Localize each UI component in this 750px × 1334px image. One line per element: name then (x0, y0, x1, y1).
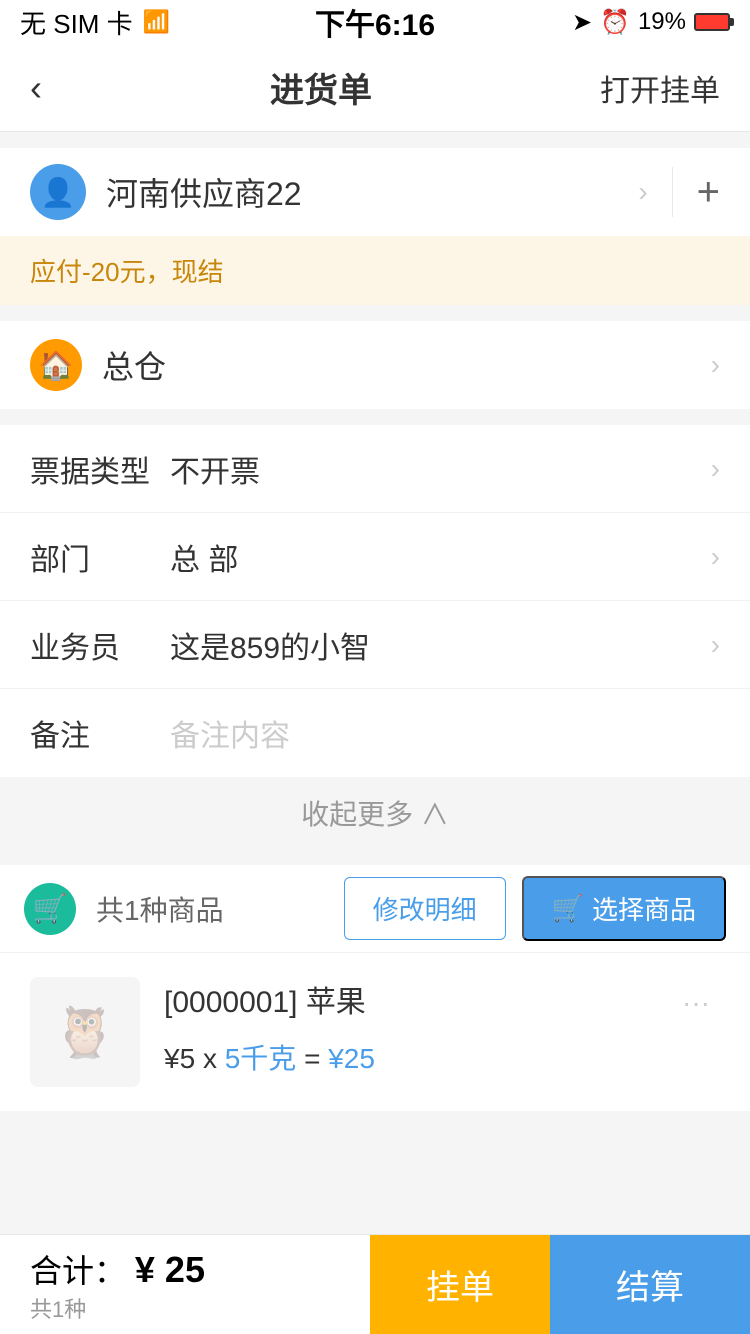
products-count: 共1种商品 (96, 889, 344, 929)
total-section: 合计： ¥ 25 共1种 (0, 1246, 370, 1324)
hang-order-button[interactable]: 挂单 (370, 1235, 550, 1334)
salesman-row[interactable]: 业务员 这是859的小智 › (0, 601, 750, 689)
nav-bar: ‹ 进货单 打开挂单 (0, 44, 750, 132)
price-equals: = (304, 1043, 328, 1074)
add-supplier-button[interactable]: + (697, 170, 720, 215)
total-amount: ¥ 25 (135, 1249, 205, 1290)
remark-input[interactable]: 备注内容 (150, 711, 720, 755)
checkout-button[interactable]: 结算 (550, 1235, 750, 1334)
modify-detail-button[interactable]: 修改明细 (344, 877, 506, 940)
carrier-text: 无 SIM 卡 (20, 4, 133, 41)
total-row: 合计： ¥ 25 (30, 1246, 340, 1292)
bottom-bar: 合计： ¥ 25 共1种 挂单 结算 (0, 1234, 750, 1334)
cart-icon: 🛒 (552, 893, 584, 924)
total-count: 共1种 (30, 1292, 340, 1324)
product-thumbnail: 🦉 (30, 977, 140, 1087)
invoice-type-value: 不开票 (150, 447, 711, 491)
alarm-icon: ⏰ (600, 8, 630, 37)
back-button[interactable]: ‹ (30, 67, 42, 109)
product-more-button[interactable]: ··· (672, 977, 720, 1029)
bottom-spacer (0, 1111, 750, 1211)
product-total: ¥25 (328, 1043, 375, 1074)
supplier-row[interactable]: 👤 河南供应商22 › + (0, 148, 750, 236)
salesman-chevron-icon: › (711, 629, 720, 661)
product-name: [0000001] 苹果 (164, 977, 672, 1021)
product-title: 苹果 (306, 986, 366, 1019)
warehouse-name: 总仓 (102, 342, 711, 388)
status-right: ➤ ⏰ 19% (572, 8, 730, 37)
select-product-button[interactable]: 🛒 选择商品 (522, 876, 726, 941)
total-label: 合计： (30, 1253, 126, 1289)
select-product-label: 选择商品 (592, 890, 696, 927)
location-icon: ➤ (572, 8, 592, 37)
avatar-icon: 👤 (41, 176, 76, 209)
products-header: 🛒 共1种商品 修改明细 🛒 选择商品 (0, 865, 750, 953)
products-icon: 🛒 (24, 883, 76, 935)
salesman-label: 业务员 (30, 623, 150, 667)
collapse-label: 收起更多 ∧ (301, 793, 449, 833)
warehouse-chevron-icon: › (711, 349, 720, 381)
form-section: 票据类型 不开票 › 部门 总 部 › 业务员 这是859的小智 › 备注 备注… (0, 425, 750, 777)
product-thumb-icon: 🦉 (54, 1003, 116, 1062)
supplier-chevron-icon: › (638, 176, 647, 208)
invoice-type-row[interactable]: 票据类型 不开票 › (0, 425, 750, 513)
product-price: ¥5 x 5千克 = ¥25 (164, 1037, 672, 1077)
supplier-name: 河南供应商22 (106, 169, 638, 215)
collapse-button[interactable]: 收起更多 ∧ (0, 777, 750, 849)
price-multiply: x (203, 1043, 225, 1074)
supplier-section: 👤 河南供应商22 › + 应付-20元，现结 (0, 148, 750, 305)
dept-value: 总 部 (150, 535, 711, 579)
status-bar: 无 SIM 卡 📶 下午6:16 ➤ ⏰ 19% (0, 0, 750, 44)
status-left: 无 SIM 卡 📶 (20, 4, 170, 41)
content: 👤 河南供应商22 › + 应付-20元，现结 🏠 总仓 › 票据类型 不开票 … (0, 148, 750, 1211)
product-info: [0000001] 苹果 ¥5 x 5千克 = ¥25 (164, 977, 672, 1077)
salesman-value: 这是859的小智 (150, 623, 711, 667)
warehouse-row[interactable]: 🏠 总仓 › (0, 321, 750, 409)
invoice-type-chevron-icon: › (711, 453, 720, 485)
checkout-label: 结算 (616, 1260, 684, 1309)
supplier-notice: 应付-20元，现结 (0, 236, 750, 305)
wifi-icon: 📶 (143, 9, 170, 35)
product-item: 🦉 [0000001] 苹果 ¥5 x 5千克 = ¥25 ··· (0, 953, 750, 1111)
supplier-avatar: 👤 (30, 164, 86, 220)
nav-title: 进货单 (270, 63, 372, 112)
products-section: 🛒 共1种商品 修改明细 🛒 选择商品 🦉 [0000001] 苹果 ¥5 x (0, 865, 750, 1111)
product-code: [0000001] (164, 986, 297, 1019)
product-quantity: 5千克 (225, 1043, 297, 1074)
dept-label: 部门 (30, 535, 150, 579)
remark-row[interactable]: 备注 备注内容 (0, 689, 750, 777)
product-unit-price: ¥5 (164, 1043, 195, 1074)
remark-label: 备注 (30, 711, 150, 755)
supplier-divider (672, 167, 673, 217)
battery-text: 19% (638, 8, 686, 36)
hang-order-label: 挂单 (426, 1260, 494, 1309)
open-pending-button[interactable]: 打开挂单 (600, 66, 720, 110)
dept-chevron-icon: › (711, 541, 720, 573)
battery-icon (694, 13, 730, 31)
warehouse-icon: 🏠 (30, 339, 82, 391)
warehouse-section: 🏠 总仓 › (0, 321, 750, 409)
dept-row[interactable]: 部门 总 部 › (0, 513, 750, 601)
invoice-type-label: 票据类型 (30, 447, 150, 491)
status-time: 下午6:16 (315, 0, 435, 44)
